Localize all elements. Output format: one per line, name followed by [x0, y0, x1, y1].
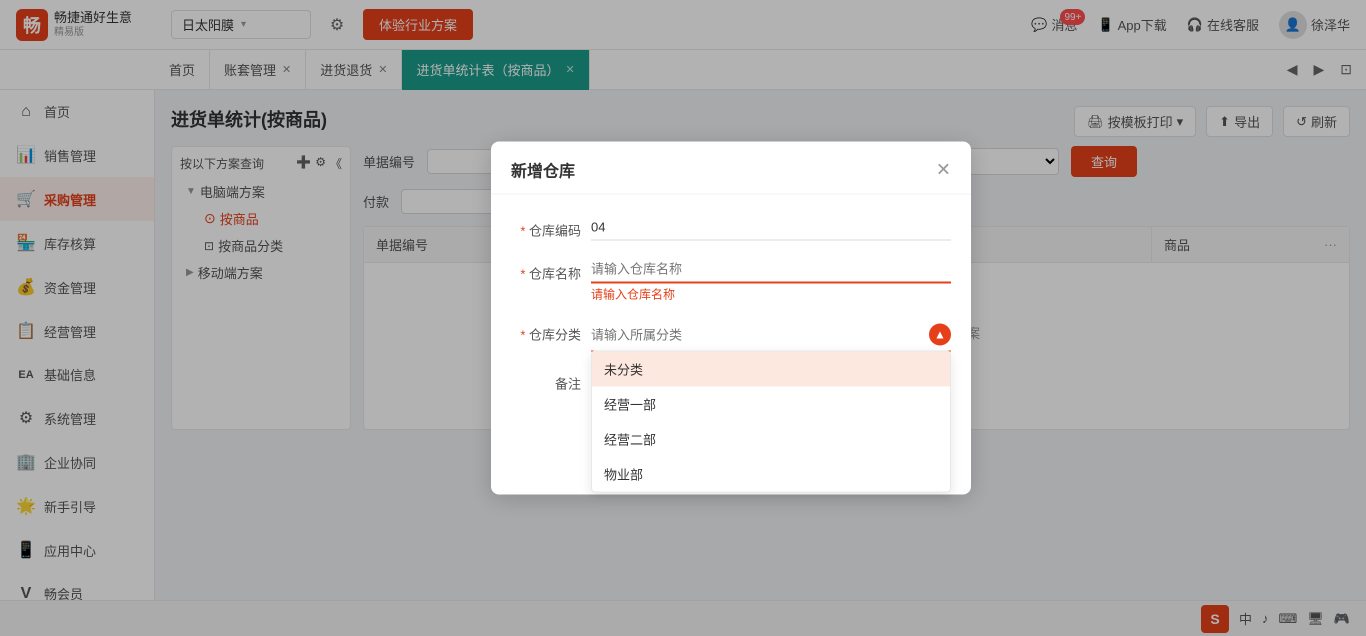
code-label: 仓库编码 [511, 215, 591, 240]
category-dropdown: ▲ 未分类 经营一部 经营二部 物业部 [591, 319, 951, 352]
dropdown-item-dept2[interactable]: 经营二部 [592, 422, 950, 457]
dropdown-item-dept1[interactable]: 经营一部 [592, 387, 950, 422]
modal-header: 新增仓库 ✕ [491, 142, 971, 195]
warehouse-name-input[interactable] [591, 257, 951, 284]
name-input-group [591, 257, 951, 284]
name-label: 仓库名称 [511, 258, 591, 283]
remark-label: 备注 [511, 368, 591, 393]
category-dropdown-list: 未分类 经营一部 经营二部 物业部 [591, 351, 951, 493]
form-row-code: 仓库编码 [511, 215, 951, 241]
category-label: 仓库分类 [511, 319, 591, 344]
dropdown-toggle-button[interactable]: ▲ [929, 324, 951, 346]
form-row-category: 仓库分类 ▲ 未分类 经营一部 经营二部 物业部 [511, 319, 951, 352]
dropdown-item-uncategorized[interactable]: 未分类 [592, 352, 950, 387]
add-warehouse-modal: 新增仓库 ✕ 仓库编码 仓库名称 请输入仓库名称 仓库分类 [491, 142, 971, 495]
dropdown-item-property[interactable]: 物业部 [592, 457, 950, 492]
name-error-message: 请输入仓库名称 [591, 286, 675, 303]
modal-body: 仓库编码 仓库名称 请输入仓库名称 仓库分类 ▲ [491, 195, 971, 436]
warehouse-code-input[interactable] [591, 215, 951, 241]
form-row-name: 仓库名称 请输入仓库名称 [511, 257, 951, 303]
dropdown-input-row: ▲ [591, 319, 951, 352]
modal-close-button[interactable]: ✕ [936, 159, 951, 180]
modal-title: 新增仓库 [511, 158, 575, 182]
category-input[interactable] [591, 327, 929, 342]
